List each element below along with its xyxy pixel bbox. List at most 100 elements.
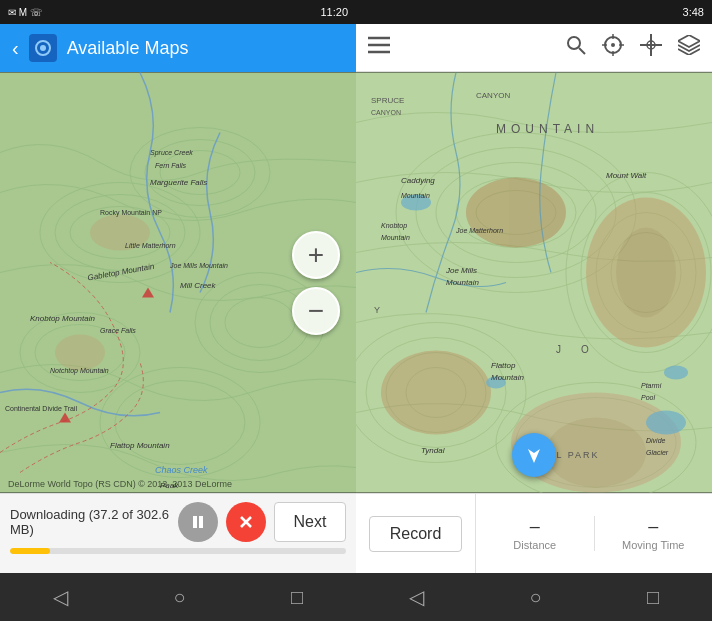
svg-marker-103 bbox=[528, 449, 540, 463]
svg-text:Divide: Divide bbox=[646, 437, 666, 444]
app-bar-right bbox=[356, 24, 712, 72]
svg-text:MOUNTAIN: MOUNTAIN bbox=[496, 122, 599, 136]
record-button[interactable]: Record bbox=[369, 516, 463, 552]
download-controls: Next bbox=[178, 502, 346, 542]
app-logo bbox=[29, 34, 57, 62]
app-bar-left: ‹ Available Maps bbox=[0, 24, 356, 72]
svg-point-74 bbox=[616, 228, 676, 318]
svg-text:Mill Creek: Mill Creek bbox=[180, 281, 217, 290]
menu-icon[interactable] bbox=[368, 36, 390, 59]
zoom-in-button[interactable]: + bbox=[292, 231, 340, 279]
svg-text:Flattop: Flattop bbox=[491, 361, 516, 370]
svg-text:Flattop Mountain: Flattop Mountain bbox=[110, 441, 170, 450]
svg-text:Chaos Creek: Chaos Creek bbox=[155, 465, 208, 475]
svg-text:Pool: Pool bbox=[641, 394, 655, 401]
copyright-text: DeLorme World Topo (RS CDN) © 2012, 2013… bbox=[8, 479, 232, 489]
svg-text:SPRUCE: SPRUCE bbox=[371, 96, 404, 105]
svg-point-1 bbox=[40, 45, 46, 51]
svg-point-70 bbox=[381, 351, 491, 435]
stats-container: – Distance – Moving Time bbox=[476, 516, 712, 551]
location-button[interactable] bbox=[512, 433, 556, 477]
recent-nav-right-icon[interactable]: □ bbox=[647, 586, 659, 609]
download-status-text: Downloading (37.2 of 302.6 MB) bbox=[10, 507, 178, 537]
status-bar-left: ✉ M ☏ 11:20 bbox=[0, 0, 356, 24]
svg-text:Glacier: Glacier bbox=[646, 449, 669, 456]
pause-button[interactable] bbox=[178, 502, 218, 542]
left-status-left-icons: ✉ M ☏ bbox=[8, 7, 43, 18]
svg-text:Rocky Mountain NP: Rocky Mountain NP bbox=[100, 209, 162, 217]
svg-text:Continental Divide Trail: Continental Divide Trail bbox=[5, 405, 77, 412]
progress-bar bbox=[10, 548, 346, 554]
home-nav-icon[interactable]: ○ bbox=[173, 586, 185, 609]
svg-point-78 bbox=[664, 366, 688, 380]
nav-bar-right: ◁ ○ □ bbox=[356, 573, 712, 621]
svg-text:CANYON: CANYON bbox=[476, 91, 510, 100]
svg-text:CANYON: CANYON bbox=[371, 109, 401, 116]
bottom-bar-right-top: Record – Distance – Moving Time bbox=[356, 494, 712, 573]
svg-point-73 bbox=[466, 178, 566, 248]
map-area-right[interactable]: SPRUCE CANYON CANYON Caddying Mountain K… bbox=[356, 72, 712, 493]
svg-text:Knobtop: Knobtop bbox=[381, 222, 407, 230]
download-status-row: Downloading (37.2 of 302.6 MB) Next bbox=[10, 502, 346, 542]
status-bar-right: 3:48 bbox=[356, 0, 712, 24]
back-nav-icon[interactable]: ◁ bbox=[53, 585, 68, 609]
svg-text:Y: Y bbox=[374, 305, 383, 315]
svg-point-17 bbox=[55, 335, 105, 371]
progress-fill bbox=[10, 548, 50, 554]
svg-text:Mountain: Mountain bbox=[446, 278, 479, 287]
progress-row bbox=[10, 548, 346, 554]
svg-text:Knobtop Mountain: Knobtop Mountain bbox=[30, 314, 95, 323]
gps-target-icon[interactable] bbox=[602, 34, 624, 61]
left-time: 11:20 bbox=[320, 6, 348, 18]
stat-moving-time: – Moving Time bbox=[595, 516, 713, 551]
moving-time-value: – bbox=[648, 516, 658, 537]
stat-distance: – Distance bbox=[476, 516, 595, 551]
svg-rect-35 bbox=[193, 516, 197, 528]
map-area-left[interactable]: Gabletop Mountain Knobtop Mountain Grace… bbox=[0, 72, 356, 493]
layers-icon[interactable] bbox=[678, 35, 700, 60]
svg-text:Ptarmi: Ptarmi bbox=[641, 382, 662, 389]
bottom-bar-left: Downloading (37.2 of 302.6 MB) Next bbox=[0, 493, 356, 573]
add-waypoint-icon[interactable] bbox=[640, 34, 662, 61]
record-btn-container: Record bbox=[356, 494, 476, 573]
svg-point-45 bbox=[611, 43, 615, 47]
moving-time-label: Moving Time bbox=[622, 539, 684, 551]
zoom-controls: + − bbox=[292, 231, 340, 335]
svg-text:Tyndal: Tyndal bbox=[421, 446, 445, 455]
svg-point-42 bbox=[568, 37, 580, 49]
right-time: 3:48 bbox=[683, 6, 704, 18]
svg-text:O: O bbox=[581, 344, 592, 355]
svg-text:Little Matterhorn: Little Matterhorn bbox=[125, 242, 176, 249]
next-button[interactable]: Next bbox=[274, 502, 346, 542]
svg-text:Grace Falls: Grace Falls bbox=[100, 327, 136, 334]
back-nav-right-icon[interactable]: ◁ bbox=[409, 585, 424, 609]
svg-text:Mount Walt: Mount Walt bbox=[606, 171, 647, 180]
bottom-bar-right: Record – Distance – Moving Time bbox=[356, 493, 712, 573]
svg-text:Fern Falls: Fern Falls bbox=[155, 162, 187, 169]
svg-text:Spruce Creek: Spruce Creek bbox=[150, 149, 193, 157]
cancel-button[interactable] bbox=[226, 502, 266, 542]
svg-text:Marguerite Falls: Marguerite Falls bbox=[150, 178, 207, 187]
svg-text:Joe Matterhorn: Joe Matterhorn bbox=[455, 227, 503, 234]
toolbar-right bbox=[566, 34, 700, 61]
svg-line-43 bbox=[579, 48, 585, 54]
svg-text:Joe Mills Mountain: Joe Mills Mountain bbox=[169, 262, 228, 269]
svg-text:Notchtop Mountain: Notchtop Mountain bbox=[50, 367, 109, 375]
home-nav-right-icon[interactable]: ○ bbox=[529, 586, 541, 609]
distance-label: Distance bbox=[513, 539, 556, 551]
recent-nav-icon[interactable]: □ bbox=[291, 586, 303, 609]
zoom-out-button[interactable]: − bbox=[292, 287, 340, 335]
app-title-left: Available Maps bbox=[67, 38, 189, 59]
svg-text:Mountain: Mountain bbox=[401, 192, 430, 199]
svg-marker-53 bbox=[678, 35, 700, 47]
svg-text:Joe Mills: Joe Mills bbox=[445, 266, 477, 275]
search-icon[interactable] bbox=[566, 35, 586, 60]
nav-bar-left: ◁ ○ □ bbox=[0, 573, 356, 621]
svg-text:Mountain: Mountain bbox=[491, 373, 524, 382]
svg-text:J: J bbox=[556, 344, 564, 355]
svg-point-77 bbox=[646, 411, 686, 435]
svg-rect-36 bbox=[199, 516, 203, 528]
right-panel: 3:48 bbox=[356, 0, 712, 621]
back-icon[interactable]: ‹ bbox=[12, 37, 19, 60]
left-panel: ✉ M ☏ 11:20 ‹ Available Maps bbox=[0, 0, 356, 621]
